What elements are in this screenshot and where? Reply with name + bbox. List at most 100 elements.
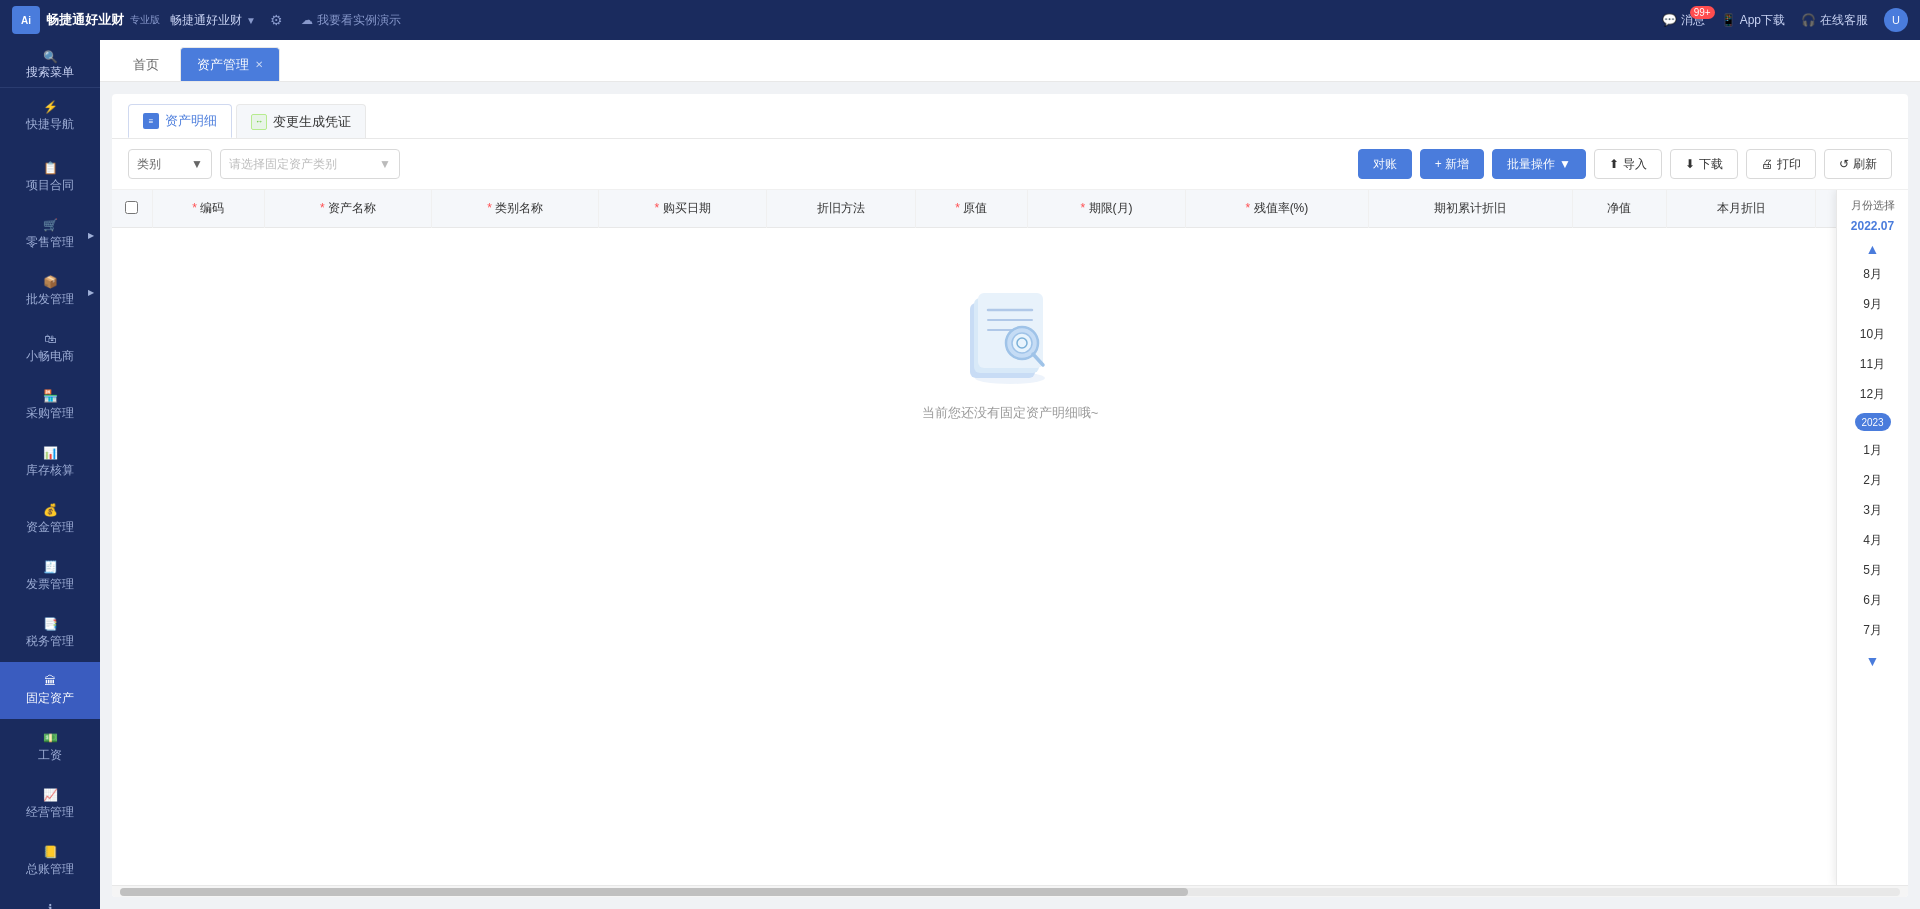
basic-icon: ℹ — [48, 902, 53, 909]
top-right-actions: 💬 消息 99+ 📱 App下载 🎧 在线客服 U — [1662, 8, 1908, 32]
batch-button[interactable]: 批量操作 ▼ — [1492, 149, 1586, 179]
empty-message: 当前您还没有固定资产明细哦~ — [922, 404, 1099, 422]
toolbar: 类别 ▼ 请选择固定资产类别 ▼ 对账 + 新增 批量操作 ▼ — [112, 139, 1908, 190]
month-panel-header: 月份选择 — [1847, 190, 1899, 217]
filter-down-icon: ▼ — [379, 157, 391, 171]
sidebar-item-ecommerce[interactable]: 🛍 小畅电商 — [0, 320, 100, 377]
month-item-6[interactable]: 6月 — [1844, 586, 1902, 614]
table-wrapper: 编码 资产名称 类别名称 购买日期 折旧方法 原值 期限(月) 残值率(%) 期… — [112, 190, 1908, 885]
sidebar-item-tax[interactable]: 📑 税务管理 — [0, 605, 100, 662]
sub-tab-voucher[interactable]: ↔ 变更生成凭证 — [236, 104, 366, 138]
refresh-icon: ↺ — [1839, 157, 1849, 171]
online-service-btn[interactable]: 🎧 在线客服 — [1801, 12, 1868, 29]
wholesale-arrow-icon: ▶ — [88, 287, 94, 296]
add-button[interactable]: + 新增 — [1420, 149, 1484, 179]
assets-label: 固定资产 — [26, 690, 74, 707]
svg-point-8 — [1012, 333, 1032, 353]
retail-label: 零售管理 — [26, 234, 74, 251]
tab-assets[interactable]: 资产管理 ✕ — [180, 47, 280, 81]
user-avatar[interactable]: U — [1884, 8, 1908, 32]
sidebar-item-salary[interactable]: 💵 工资 — [0, 719, 100, 776]
project-icon: 📋 — [43, 161, 58, 175]
sub-tab-detail[interactable]: ≡ 资产明细 — [128, 104, 232, 138]
download-label: 下载 — [1699, 156, 1723, 173]
import-button[interactable]: ⬆ 导入 — [1594, 149, 1662, 179]
download-button[interactable]: ⬇ 下载 — [1670, 149, 1738, 179]
month-item-2[interactable]: 2月 — [1844, 466, 1902, 494]
sidebar-item-basic[interactable]: ℹ 基础信息 — [0, 890, 100, 909]
demo-btn[interactable]: ☁ 我要看实例演示 — [301, 12, 401, 29]
sidebar-item-inventory[interactable]: 📊 库存核算 — [0, 434, 100, 491]
tab-home[interactable]: 首页 — [116, 47, 176, 81]
month-panel: 月份选择 2022.07 ▲ 8月 9月 10月 11月 12月 2023 1月… — [1836, 190, 1908, 885]
sidebar-item-wholesale[interactable]: 📦 批发管理 ▶ — [0, 263, 100, 320]
import-icon: ⬆ — [1609, 157, 1619, 171]
message-btn[interactable]: 💬 消息 99+ — [1662, 12, 1705, 29]
select-all-checkbox[interactable] — [125, 201, 138, 214]
sidebar-item-finance[interactable]: 💰 资金管理 — [0, 491, 100, 548]
month-item-9[interactable]: 9月 — [1844, 290, 1902, 318]
sidebar-item-purchase[interactable]: 🏪 采购管理 — [0, 377, 100, 434]
top-bar: Ai 畅捷通好业财 专业版 畅捷通好业财 ▼ ⚙ ☁ 我要看实例演示 💬 消息 … — [0, 0, 1920, 40]
message-badge: 99+ — [1690, 6, 1715, 19]
tab-close-icon[interactable]: ✕ — [255, 59, 263, 70]
print-button[interactable]: 🖨 打印 — [1746, 149, 1816, 179]
reconcile-button[interactable]: 对账 — [1358, 149, 1412, 179]
month-down-nav[interactable]: ▼ — [1862, 649, 1884, 673]
invoice-icon: 🧾 — [43, 560, 58, 574]
company-selector[interactable]: 畅捷通好业财 ▼ — [170, 12, 256, 29]
operations-icon: 📈 — [43, 788, 58, 802]
month-item-1[interactable]: 1月 — [1844, 436, 1902, 464]
company-name: 畅捷通好业财 — [170, 12, 242, 29]
month-item-10[interactable]: 10月 — [1844, 320, 1902, 348]
sidebar-search[interactable]: 🔍 搜索菜单 — [0, 40, 100, 88]
sidebar-item-invoice[interactable]: 🧾 发票管理 — [0, 548, 100, 605]
sidebar-item-assets[interactable]: 🏛 固定资产 — [0, 662, 100, 719]
sidebar-item-nav[interactable]: ⚡ 快捷导航 — [0, 88, 100, 145]
sidebar-item-retail[interactable]: 🛒 零售管理 ▶ — [0, 206, 100, 263]
salary-icon: 💵 — [43, 731, 58, 745]
sub-tab-voucher-label: 变更生成凭证 — [273, 113, 351, 131]
sidebar-item-operations[interactable]: 📈 经营管理 — [0, 776, 100, 833]
sidebar-item-ledger[interactable]: 📒 总账管理 — [0, 833, 100, 890]
page-content: ≡ 资产明细 ↔ 变更生成凭证 类别 ▼ 请选择固定资产类别 ▼ — [112, 94, 1908, 897]
assets-icon: 🏛 — [44, 674, 56, 688]
month-item-12[interactable]: 12月 — [1844, 380, 1902, 408]
project-label: 项目合同 — [26, 177, 74, 194]
month-item-5[interactable]: 5月 — [1844, 556, 1902, 584]
month-item-7[interactable]: 7月 — [1844, 616, 1902, 644]
th-category: 类别名称 — [432, 190, 599, 228]
category-input[interactable]: 请选择固定资产类别 ▼ — [220, 149, 400, 179]
category-filter-label: 类别 — [137, 156, 161, 173]
th-name: 资产名称 — [264, 190, 431, 228]
month-item-4[interactable]: 4月 — [1844, 526, 1902, 554]
tax-icon: 📑 — [43, 617, 58, 631]
app-download-label: App下载 — [1740, 12, 1785, 29]
th-original-value: 原值 — [915, 190, 1027, 228]
sidebar-item-project[interactable]: 📋 项目合同 — [0, 149, 100, 206]
bottom-scrollbar[interactable] — [112, 885, 1908, 897]
batch-chevron-icon: ▼ — [1559, 157, 1571, 171]
assets-table: 编码 资产名称 类别名称 购买日期 折旧方法 原值 期限(月) 残值率(%) 期… — [112, 190, 1908, 482]
th-depreciation-method: 折旧方法 — [766, 190, 915, 228]
filter-chevron-icon: ▼ — [191, 157, 203, 171]
empty-state: 当前您还没有固定资产明细哦~ — [112, 228, 1908, 482]
purchase-icon: 🏪 — [43, 389, 58, 403]
message-icon: 💬 — [1662, 13, 1677, 27]
month-item-3[interactable]: 3月 — [1844, 496, 1902, 524]
month-current-year[interactable]: 2022.07 — [1847, 217, 1898, 239]
ecommerce-icon: 🛍 — [44, 332, 56, 346]
month-item-8[interactable]: 8月 — [1844, 260, 1902, 288]
category-filter-select[interactable]: 类别 ▼ — [128, 149, 212, 179]
month-up-nav[interactable]: ▲ — [1864, 239, 1882, 259]
retail-icon: 🛒 — [43, 218, 58, 232]
app-download-btn[interactable]: 📱 App下载 — [1721, 12, 1785, 29]
settings-icon[interactable]: ⚙ — [270, 12, 283, 28]
refresh-button[interactable]: ↺ 刷新 — [1824, 149, 1892, 179]
add-label: + 新增 — [1435, 156, 1469, 173]
inventory-label: 库存核算 — [26, 462, 74, 479]
th-net-value: 净值 — [1572, 190, 1666, 228]
list-icon: ≡ — [143, 113, 159, 129]
scroll-track — [120, 888, 1900, 896]
month-item-11[interactable]: 11月 — [1844, 350, 1902, 378]
